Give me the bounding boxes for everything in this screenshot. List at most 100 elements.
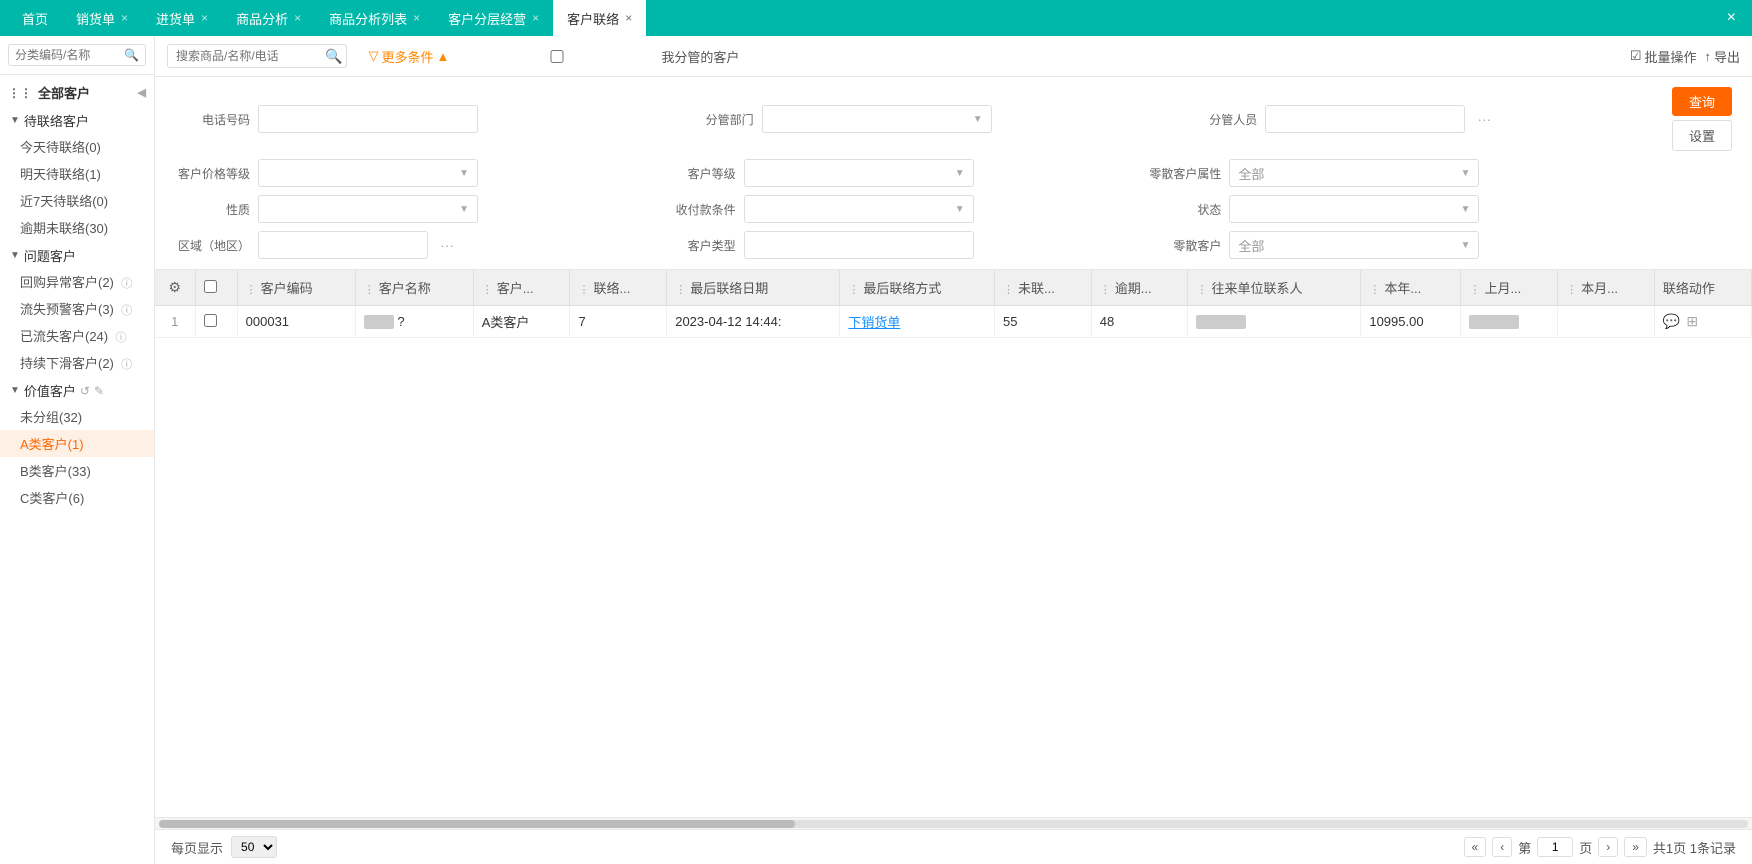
first-page-btn[interactable]: « (1464, 837, 1487, 857)
nav-home[interactable]: 首页 (8, 0, 62, 36)
col-partner[interactable]: ⋮往来单位联系人 (1188, 270, 1361, 306)
col-name[interactable]: ⋮客户名称 (355, 270, 473, 306)
partner-blur (1196, 315, 1246, 329)
phone-input[interactable] (258, 105, 478, 133)
col-overdue[interactable]: ⋮逾期... (1091, 270, 1188, 306)
sidebar-item-overdue[interactable]: 逾期未联络(30) (0, 214, 154, 241)
prev-page-btn[interactable]: ‹ (1492, 837, 1512, 857)
status-label: 状态 (1146, 201, 1221, 218)
more-conditions-btn[interactable]: ▽ 更多条件 ▲ (368, 47, 449, 66)
sidebar-item-tomorrow[interactable]: 明天待联络(1) (0, 160, 154, 187)
row-type: A类客户 (473, 306, 570, 338)
customer-level-select[interactable]: ▼ (744, 159, 974, 187)
col-code[interactable]: ⋮客户编码 (237, 270, 355, 306)
nav-sales[interactable]: 销货单 × (62, 0, 142, 36)
nav-customer-contact-close[interactable]: × (625, 11, 632, 25)
table-row: 1 000031 ? A类客户 7 2023-04-12 14:44: (155, 306, 1752, 338)
query-button[interactable]: 查询 (1672, 87, 1732, 116)
nav-purchase-close[interactable]: × (201, 11, 208, 25)
customer-type-input[interactable] (744, 231, 974, 259)
sidebar-group-pending[interactable]: ▼ 待联络客户 (0, 106, 154, 133)
more-icon[interactable]: ⊞ (1686, 313, 1698, 330)
sidebar-item-b-class[interactable]: B类客户(33) (0, 457, 154, 484)
chat-icon[interactable]: 💬 (1663, 313, 1680, 330)
drag-icon-overdue: ⋮ (1100, 284, 1111, 296)
nav-analysis-close[interactable]: × (294, 11, 301, 25)
select-all-checkbox[interactable] (204, 280, 217, 293)
status-select[interactable]: ▼ (1229, 195, 1479, 223)
price-level-select[interactable]: ▼ (258, 159, 478, 187)
my-customers-checkbox-label[interactable]: 我分管的客户 (457, 47, 739, 66)
retail-attr-select[interactable]: 全部 ▼ (1229, 159, 1479, 187)
sidebar-item-today[interactable]: 今天待联络(0) (0, 133, 154, 160)
export-btn[interactable]: ↑ 导出 (1704, 47, 1740, 66)
retail-select[interactable]: 全部 ▼ (1229, 231, 1479, 259)
search-input[interactable] (167, 44, 347, 68)
person-input[interactable] (1265, 105, 1465, 133)
nav-customer-contact[interactable]: 客户联络 × (553, 0, 646, 36)
sidebar-item-ungrouped[interactable]: 未分组(32) (0, 403, 154, 430)
col-no-contact[interactable]: ⋮未联... (995, 270, 1092, 306)
region-dots[interactable]: ··· (440, 237, 454, 253)
value-refresh-icon[interactable]: ↺ (80, 384, 90, 398)
sidebar-item-repurchase[interactable]: 回购异常客户(2) ⓘ (0, 268, 154, 295)
col-this-month[interactable]: ⋮本月... (1558, 270, 1655, 306)
drag-icon-this-month: ⋮ (1566, 284, 1577, 296)
sidebar-collapse-icon[interactable]: ◀ (138, 86, 146, 99)
dept-select[interactable]: ▼ (762, 105, 992, 133)
col-settings[interactable]: ⚙ (155, 270, 195, 306)
arrow-icon-3: ▼ (10, 385, 20, 396)
nav-analysis[interactable]: 商品分析 × (222, 0, 315, 36)
arrow-icon-2: ▼ (10, 250, 20, 261)
nav-close-all[interactable]: × (1719, 9, 1744, 27)
dept-label: 分管部门 (679, 111, 754, 128)
row-last-way[interactable]: 下销货单 (840, 306, 995, 338)
person-dots[interactable]: ··· (1477, 111, 1491, 127)
payment-select[interactable]: ▼ (744, 195, 974, 223)
col-last-month[interactable]: ⋮上月... (1461, 270, 1558, 306)
col-last-way[interactable]: ⋮最后联络方式 (840, 270, 995, 306)
col-contact[interactable]: ⋮联络... (570, 270, 667, 306)
sidebar-item-declining[interactable]: 持续下滑客户(2) ⓘ (0, 349, 154, 376)
sidebar-item-7days[interactable]: 近7天待联络(0) (0, 187, 154, 214)
nav-customer-tier-close[interactable]: × (532, 11, 539, 25)
table-footer: 每页显示 50 « ‹ 第 页 › » 共1页 1条记录 (155, 829, 1752, 864)
col-year[interactable]: ⋮本年... (1361, 270, 1461, 306)
filter-cell-nature: 性质 ▼ (175, 195, 631, 223)
nav-analysis-list-close[interactable]: × (413, 11, 420, 25)
scroll-track[interactable] (159, 820, 1748, 828)
nav-analysis-list[interactable]: 商品分析列表 × (315, 0, 434, 36)
region-input[interactable] (258, 231, 428, 259)
sidebar-group-value[interactable]: ▼ 价值客户 ↺ ✎ (0, 376, 154, 403)
settings-button[interactable]: 设置 (1672, 120, 1732, 151)
checkbox-icon: ☑ (1630, 48, 1642, 64)
batch-ops-btn[interactable]: ☑ 批量操作 (1630, 47, 1697, 66)
next-page-btn[interactable]: › (1598, 837, 1618, 857)
last-page-btn[interactable]: » (1624, 837, 1647, 857)
per-page-select[interactable]: 50 (231, 836, 277, 858)
nav-customer-tier[interactable]: 客户分层经营 × (434, 0, 553, 36)
my-customers-checkbox[interactable] (457, 50, 657, 63)
filter-cell-phone: 电话号码 (175, 105, 649, 133)
advanced-filter: 电话号码 分管部门 ▼ 分管人员 ··· (155, 77, 1752, 270)
sidebar-item-churn-warn[interactable]: 流失预警客户(3) ⓘ (0, 295, 154, 322)
search-icon[interactable]: 🔍 (325, 48, 342, 65)
sidebar-group-problem[interactable]: ▼ 问题客户 (0, 241, 154, 268)
scroll-thumb[interactable] (159, 820, 795, 828)
export-icon: ↑ (1704, 49, 1711, 64)
nav-sales-close[interactable]: × (121, 11, 128, 25)
sidebar-item-a-class[interactable]: A类客户(1) (0, 430, 154, 457)
sidebar-all-customers[interactable]: ⋮⋮ 全部客户 ◀ (0, 75, 154, 106)
sidebar-item-c-class[interactable]: C类客户(6) (0, 484, 154, 511)
last-way-link[interactable]: 下销货单 (848, 315, 900, 330)
table-scrollbar[interactable] (155, 817, 1752, 829)
nav-purchase[interactable]: 进货单 × (142, 0, 222, 36)
row-select-checkbox[interactable] (204, 314, 217, 327)
col-type[interactable]: ⋮客户... (473, 270, 570, 306)
page-input[interactable] (1537, 837, 1573, 857)
value-edit-icon[interactable]: ✎ (94, 384, 104, 398)
col-last-date[interactable]: ⋮最后联络日期 (667, 270, 840, 306)
column-settings-button[interactable]: ⚙ (168, 279, 181, 296)
sidebar-item-churned[interactable]: 已流失客户(24) ⓘ (0, 322, 154, 349)
nature-select[interactable]: ▼ (258, 195, 478, 223)
